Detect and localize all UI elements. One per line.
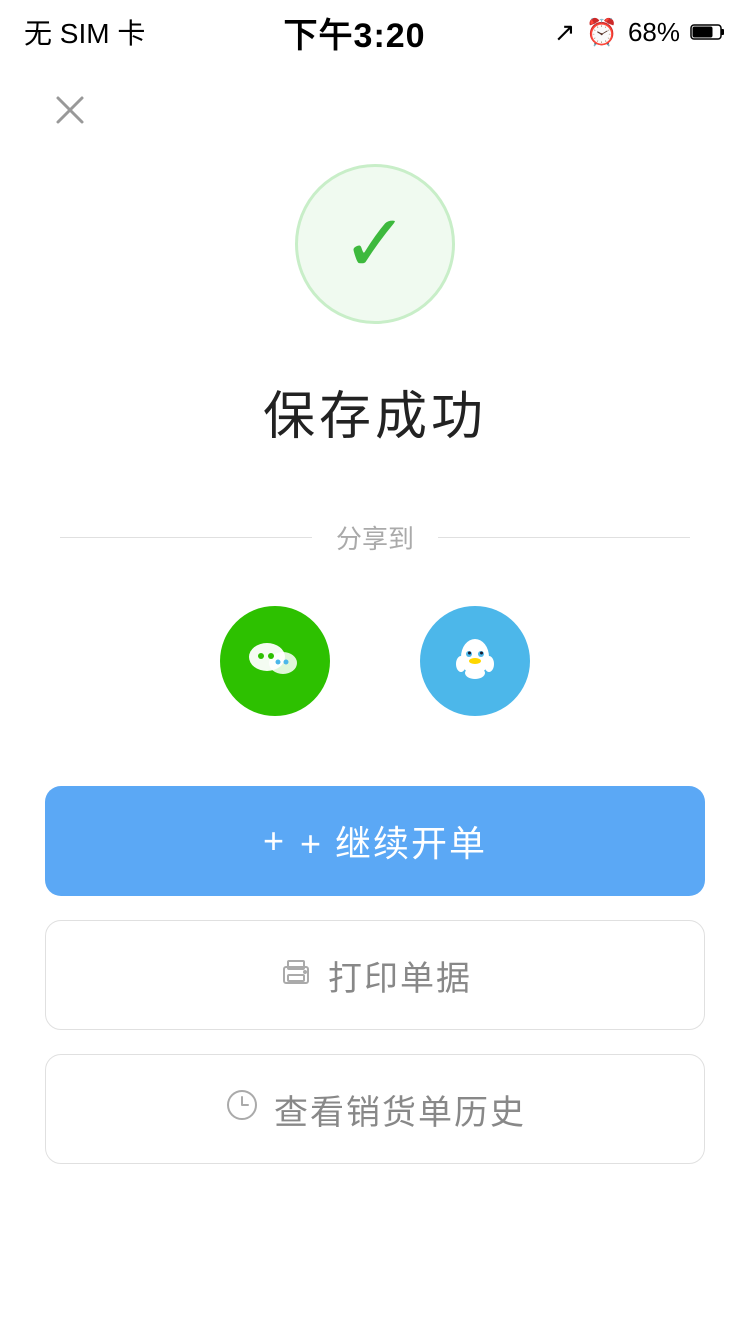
share-icons bbox=[0, 606, 750, 716]
continue-label: + 继续开单 bbox=[300, 815, 487, 867]
success-title: 保存成功 bbox=[263, 374, 487, 449]
share-label: 分享到 bbox=[312, 519, 438, 556]
qq-share-button[interactable] bbox=[420, 606, 530, 716]
main-content: ✓ 保存成功 分享到 bbox=[0, 64, 750, 1164]
share-divider: 分享到 bbox=[0, 519, 750, 556]
status-right: ↗ ⏰ 68% bbox=[554, 17, 726, 48]
divider-left bbox=[60, 537, 312, 538]
success-circle: ✓ bbox=[295, 164, 455, 324]
print-icon bbox=[278, 953, 314, 998]
checkmark-icon: ✓ bbox=[341, 204, 408, 284]
divider-right bbox=[438, 537, 690, 538]
wechat-share-button[interactable] bbox=[220, 606, 330, 716]
carrier-text: 无 SIM 卡 bbox=[24, 12, 145, 52]
status-time: 下午3:20 bbox=[284, 8, 426, 57]
location-icon: ↗ bbox=[554, 17, 576, 48]
history-icon bbox=[224, 1087, 260, 1132]
share-section: 分享到 bbox=[0, 519, 750, 716]
status-left: 无 SIM 卡 bbox=[24, 12, 155, 52]
alarm-icon: ⏰ bbox=[586, 17, 618, 48]
close-button[interactable] bbox=[40, 80, 100, 140]
history-button[interactable]: 查看销货单历史 bbox=[45, 1054, 705, 1164]
continue-button[interactable]: + + 继续开单 bbox=[45, 786, 705, 896]
battery-text: 68% bbox=[628, 17, 680, 48]
history-label: 查看销货单历史 bbox=[274, 1085, 526, 1134]
battery-icon bbox=[690, 17, 726, 48]
continue-icon: + bbox=[263, 820, 286, 862]
print-button[interactable]: 打印单据 bbox=[45, 920, 705, 1030]
status-bar: 无 SIM 卡 下午3:20 ↗ ⏰ 68% bbox=[0, 0, 750, 64]
print-label: 打印单据 bbox=[328, 951, 472, 1000]
action-buttons: + + 继续开单 打印单据 查看销货单历史 bbox=[45, 786, 705, 1164]
